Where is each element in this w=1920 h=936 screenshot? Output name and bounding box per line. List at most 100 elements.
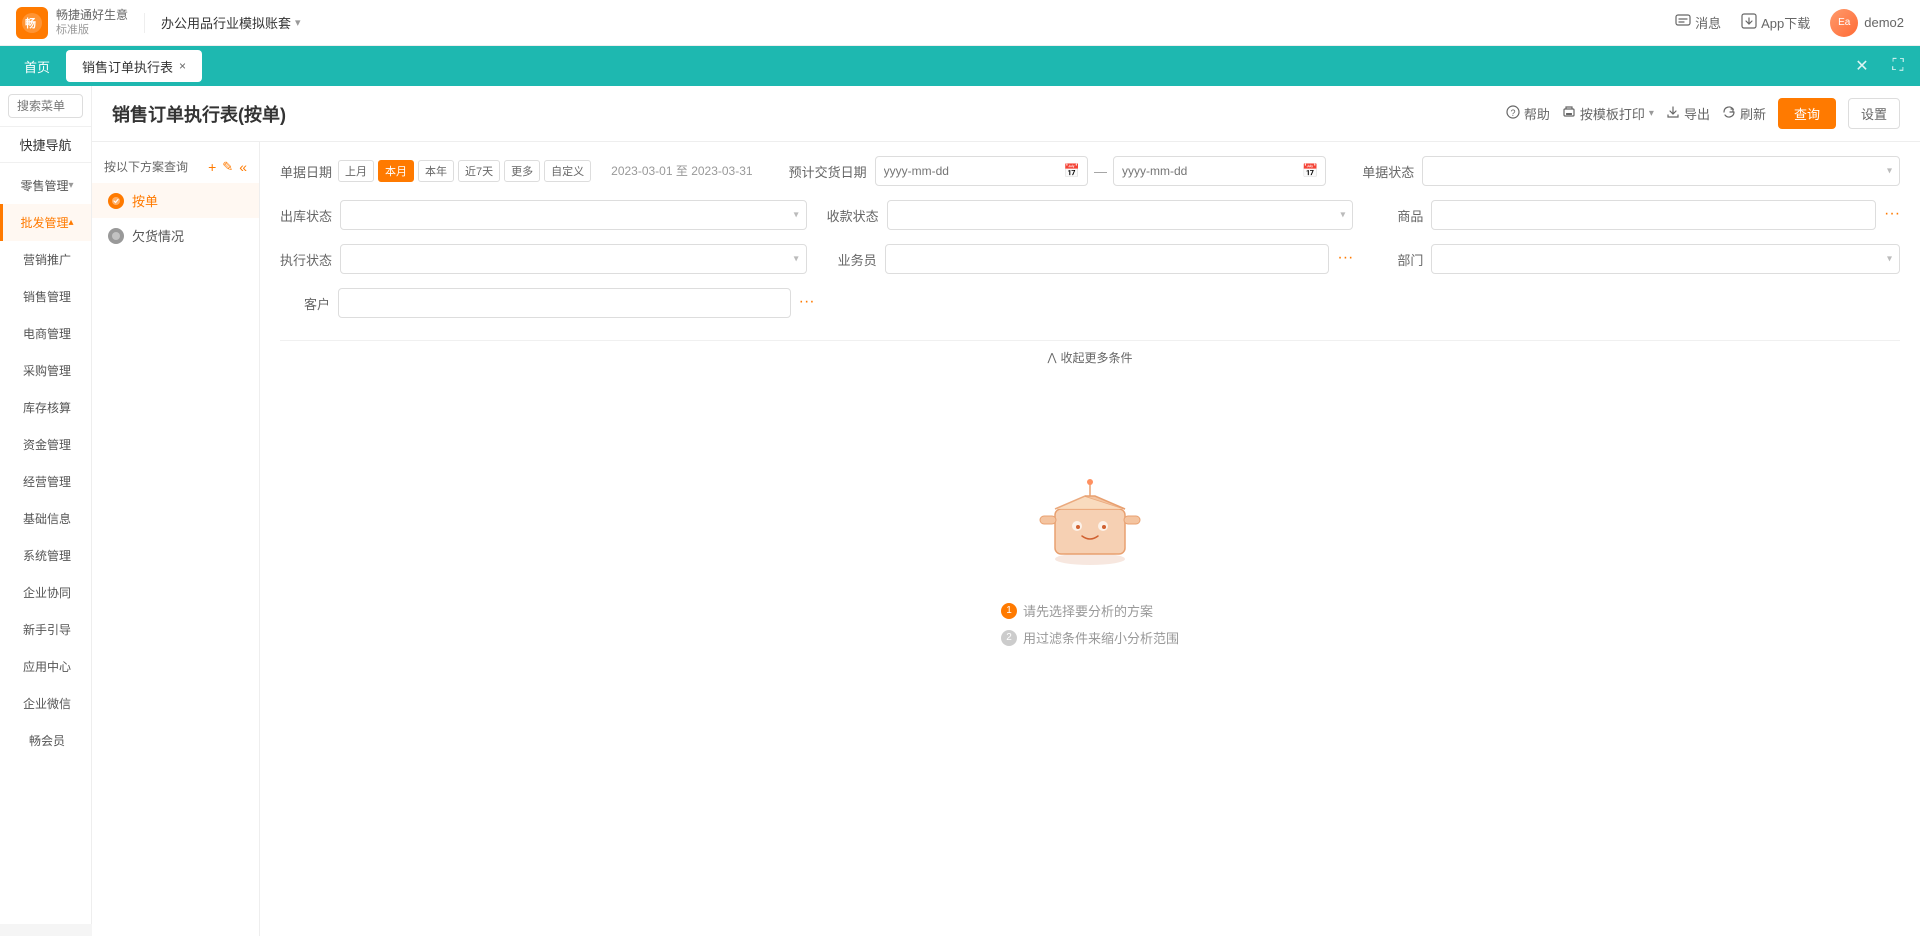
add-scheme-button[interactable]: +	[208, 159, 216, 175]
exec-label: 执行状态	[280, 250, 332, 269]
delivery-select[interactable]	[340, 200, 807, 230]
window-close-icon[interactable]: ✕	[1848, 52, 1876, 80]
filter-status-item: 单据状态 ▾	[1362, 156, 1900, 186]
sidebar-item-batch-mgmt[interactable]: 批发管理 ▴	[0, 204, 91, 241]
sidebar-item-marketing[interactable]: 营销推广	[0, 241, 91, 278]
sidebar-item-base-info[interactable]: 基础信息	[0, 500, 91, 537]
date-btn-more[interactable]: 更多	[504, 160, 540, 182]
tip-num-2: 2	[1001, 630, 1017, 646]
sidebar-item-app-center[interactable]: 应用中心	[0, 648, 91, 685]
customer-input[interactable]	[338, 288, 791, 318]
tab-home[interactable]: 首页	[8, 50, 66, 82]
left-panel-header: 按以下方案查询 + ✎ «	[92, 154, 259, 183]
date-btn-7days[interactable]: 近7天	[458, 160, 500, 182]
dropdown-icon[interactable]: ▾	[295, 16, 301, 29]
page-header: 销售订单执行表(按单) ? 帮助	[92, 86, 1920, 142]
header-title[interactable]: 办公用品行业模拟账套 ▾	[161, 13, 301, 32]
status-label: 单据状态	[1362, 162, 1414, 181]
avatar: Ea	[1830, 9, 1858, 37]
tip-num-1: 1	[1001, 603, 1017, 619]
date-btn-last-month[interactable]: 上月	[338, 160, 374, 182]
edit-scheme-button[interactable]: ✎	[222, 159, 233, 175]
settings-button[interactable]: 设置	[1848, 98, 1900, 129]
date-btn-this-year[interactable]: 本年	[418, 160, 454, 182]
sidebar-item-ecommerce[interactable]: 电商管理	[0, 315, 91, 352]
filter-row-4: 客户 ···	[280, 288, 1900, 326]
sidebar-item-enterprise[interactable]: 企业协同	[0, 574, 91, 611]
dept-select[interactable]	[1431, 244, 1900, 274]
filter-exec-item: 执行状态 ▾	[280, 244, 807, 274]
delivery-select-wrapper: ▾	[340, 200, 807, 230]
page-actions: ? 帮助 按模板打印 ▾	[1506, 98, 1900, 129]
header-left: 畅 畅捷通好生意 标准版 办公用品行业模拟账套 ▾	[16, 7, 301, 39]
refresh-button[interactable]: 刷新	[1722, 104, 1766, 123]
collapse-up-icon: ⋀	[1047, 351, 1056, 364]
status-select[interactable]	[1422, 156, 1900, 186]
collapse-button[interactable]: ⋀ 收起更多条件	[1047, 349, 1132, 366]
sidebar-item-inventory[interactable]: 库存核算	[0, 389, 91, 426]
sidebar-item-purchase[interactable]: 采购管理	[0, 352, 91, 389]
download-icon	[1741, 13, 1757, 32]
scheme-item-order[interactable]: 按单	[92, 183, 259, 218]
chevron-up-icon: ▴	[68, 217, 73, 228]
quick-nav-label: 快捷导航	[19, 138, 71, 153]
customer-label: 客户	[280, 294, 330, 313]
filter-row-2: 出库状态 ▾ 收款状态	[280, 200, 1900, 230]
goods-label: 商品	[1373, 206, 1423, 225]
payment-label: 收款状态	[827, 206, 879, 225]
sidebar-item-zero-sales[interactable]: 零售管理 ▾	[0, 167, 91, 204]
sidebar-item-sales-mgmt[interactable]: 销售管理	[0, 278, 91, 315]
collapse-panel-button[interactable]: «	[239, 159, 247, 175]
sidebar-item-ops[interactable]: 经营管理	[0, 463, 91, 500]
print-icon	[1562, 105, 1576, 122]
goods-input[interactable]	[1431, 200, 1876, 230]
filter-payment-item: 收款状态 ▾	[827, 200, 1354, 230]
sidebar-item-new-guide[interactable]: 新手引导	[0, 611, 91, 648]
app-download-button[interactable]: App下载	[1741, 13, 1810, 32]
template-print-button[interactable]: 按模板打印 ▾	[1562, 104, 1654, 123]
logo-icon: 畅	[16, 7, 48, 39]
search-button[interactable]: 查询	[1778, 98, 1836, 129]
scheme-item-debt[interactable]: 欠货情况	[92, 218, 259, 253]
date-btn-this-month[interactable]: 本月	[378, 160, 414, 182]
user-menu[interactable]: Ea demo2	[1830, 9, 1904, 37]
filter-row-3: 执行状态 ▾ 业务员 ··· 部门	[280, 244, 1900, 274]
message-button[interactable]: 消息	[1675, 13, 1721, 32]
sidebar-item-system[interactable]: 系统管理	[0, 537, 91, 574]
expected-date-start-wrapper: 📅	[875, 156, 1088, 186]
search-input[interactable]	[8, 94, 83, 118]
print-dropdown-icon[interactable]: ▾	[1649, 108, 1654, 119]
salesman-input[interactable]	[885, 244, 1330, 274]
divider	[144, 13, 145, 33]
exec-select-wrapper: ▾	[340, 244, 807, 274]
sidebar-item-member[interactable]: 畅会员	[0, 722, 91, 759]
logo-area: 畅 畅捷通好生意 标准版	[16, 7, 128, 39]
quick-nav-item[interactable]: 快捷导航	[0, 127, 91, 163]
top-header: 畅 畅捷通好生意 标准版 办公用品行业模拟账套 ▾ 消息	[0, 0, 1920, 46]
window-expand-icon[interactable]: ⛶	[1884, 52, 1912, 80]
tab-sales-execution[interactable]: 销售订单执行表 ×	[66, 50, 202, 82]
date-label: 单据日期	[280, 162, 332, 181]
salesman-dots-button[interactable]: ···	[1337, 249, 1353, 269]
dept-label: 部门	[1373, 250, 1423, 269]
dept-select-wrapper: ▾	[1431, 244, 1900, 274]
date-btn-custom[interactable]: 自定义	[544, 160, 591, 182]
sidebar: 快捷导航 零售管理 ▾ 批发管理 ▴ 营销推广 销售管理 电商管理 采购管理 库…	[0, 86, 92, 924]
debt-icon	[108, 228, 124, 244]
main-content: 销售订单执行表(按单) ? 帮助	[92, 86, 1920, 936]
goods-dots-button[interactable]: ···	[1884, 205, 1900, 225]
expected-date-end[interactable]	[1113, 156, 1326, 186]
collapse-row: ⋀ 收起更多条件	[280, 340, 1900, 374]
exec-select[interactable]	[340, 244, 807, 274]
export-button[interactable]: 导出	[1666, 104, 1710, 123]
sidebar-item-wechat[interactable]: 企业微信	[0, 685, 91, 722]
expected-date-range: 📅 — 📅	[875, 156, 1327, 186]
payment-select[interactable]	[887, 200, 1354, 230]
customer-dots-button[interactable]: ···	[799, 293, 815, 313]
tab-close-icon[interactable]: ×	[179, 60, 186, 72]
sidebar-item-finance[interactable]: 资金管理	[0, 426, 91, 463]
date-quick-buttons: 上月 本月 本年 近7天 更多 自定义	[338, 160, 591, 182]
export-icon	[1666, 105, 1680, 122]
expected-date-start[interactable]	[875, 156, 1088, 186]
help-button[interactable]: ? 帮助	[1506, 104, 1550, 123]
